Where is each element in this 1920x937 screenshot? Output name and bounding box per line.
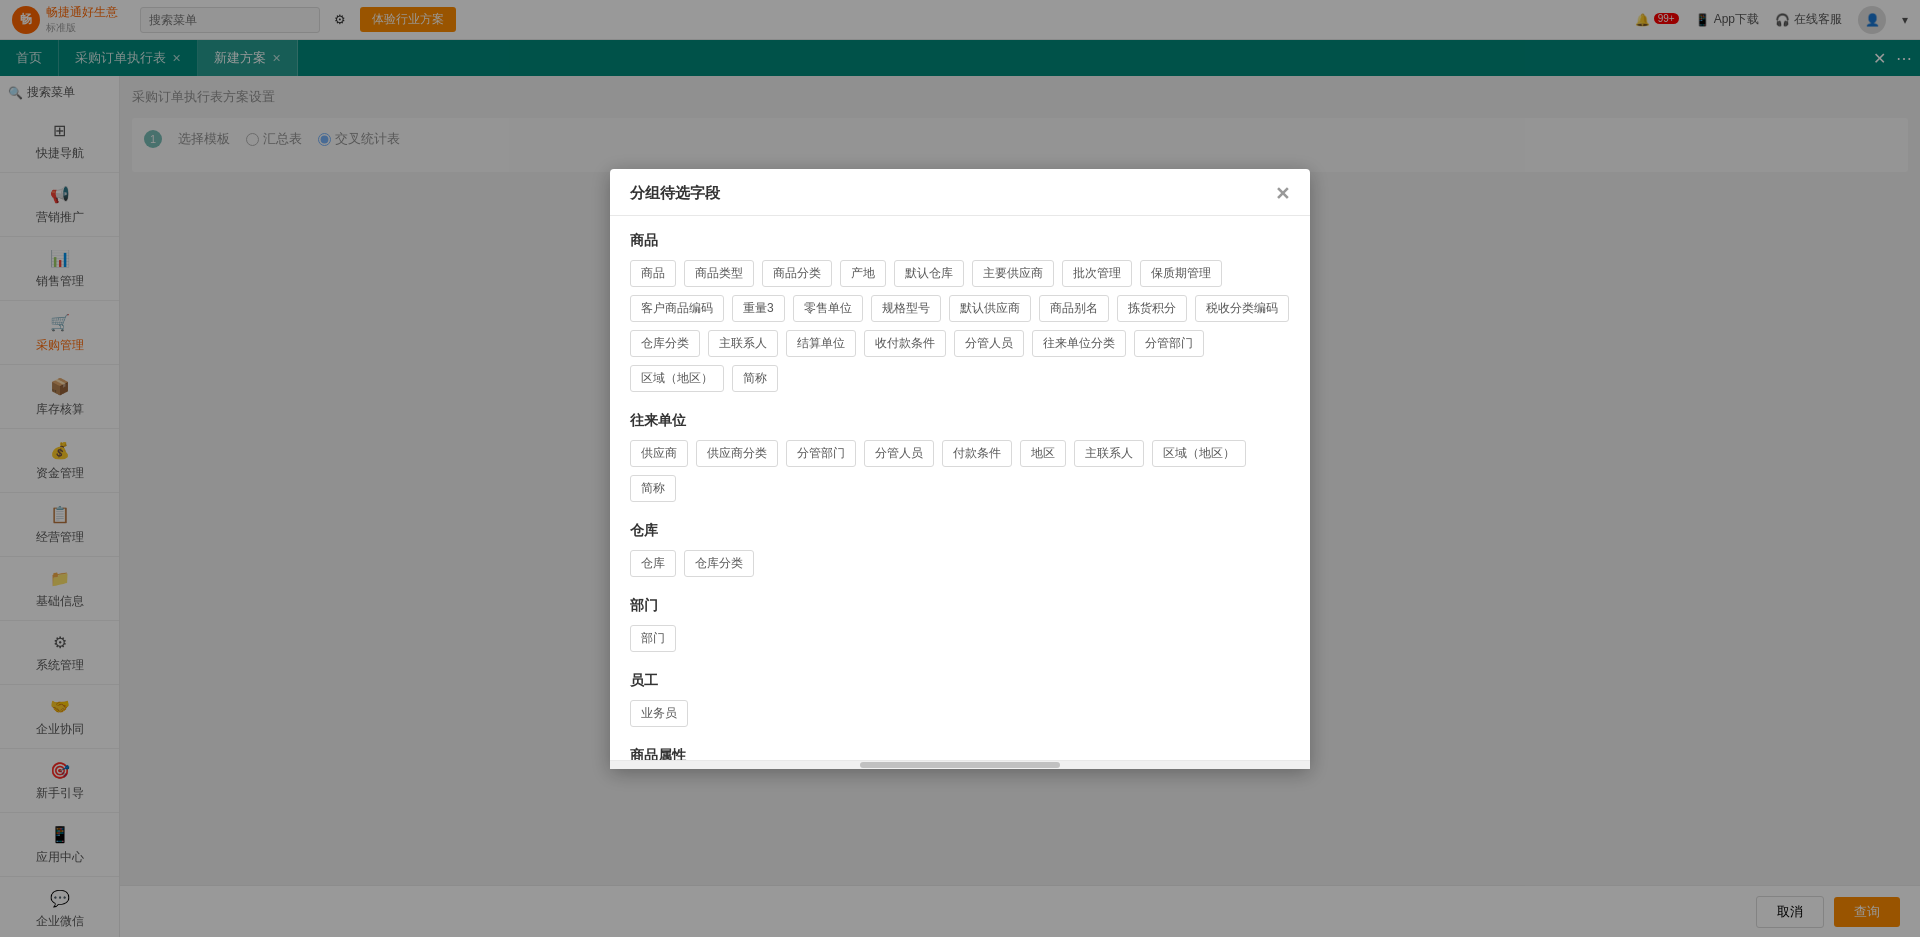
modal-overlay: 分组待选字段 ✕ 商品 商品 商品类型 商品分类 产地 默认仓库 主要供应商 批… xyxy=(0,0,1920,937)
field-tags-goods: 商品 商品类型 商品分类 产地 默认仓库 主要供应商 批次管理 保质期管理 客户… xyxy=(630,260,1290,392)
field-group-warehouse: 仓库 仓库 仓库分类 xyxy=(630,522,1290,577)
field-tag[interactable]: 分管人员 xyxy=(864,440,934,467)
field-tag[interactable]: 仓库分类 xyxy=(684,550,754,577)
field-tag[interactable]: 重量3 xyxy=(732,295,785,322)
group-title-counterpart: 往来单位 xyxy=(630,412,1290,430)
field-tag[interactable]: 收付款条件 xyxy=(864,330,946,357)
field-tag[interactable]: 部门 xyxy=(630,625,676,652)
field-tag[interactable]: 仓库分类 xyxy=(630,330,700,357)
field-tag[interactable]: 简称 xyxy=(732,365,778,392)
field-group-goods: 商品 商品 商品类型 商品分类 产地 默认仓库 主要供应商 批次管理 保质期管理… xyxy=(630,232,1290,392)
field-tag[interactable]: 税收分类编码 xyxy=(1195,295,1289,322)
field-tag[interactable]: 批次管理 xyxy=(1062,260,1132,287)
field-tag[interactable]: 规格型号 xyxy=(871,295,941,322)
field-tag[interactable]: 主联系人 xyxy=(1074,440,1144,467)
modal-scrollbar-horizontal[interactable] xyxy=(610,760,1310,768)
field-tag[interactable]: 业务员 xyxy=(630,700,688,727)
group-title-warehouse: 仓库 xyxy=(630,522,1290,540)
field-tag[interactable]: 主要供应商 xyxy=(972,260,1054,287)
field-tags-warehouse: 仓库 仓库分类 xyxy=(630,550,1290,577)
field-tags-counterpart: 供应商 供应商分类 分管部门 分管人员 付款条件 地区 主联系人 区域（地区） … xyxy=(630,440,1290,502)
field-tags-department: 部门 xyxy=(630,625,1290,652)
group-title-goods: 商品 xyxy=(630,232,1290,250)
modal-header: 分组待选字段 ✕ xyxy=(610,169,1310,216)
field-tag[interactable]: 付款条件 xyxy=(942,440,1012,467)
field-tag[interactable]: 零售单位 xyxy=(793,295,863,322)
field-tag[interactable]: 产地 xyxy=(840,260,886,287)
group-title-product-attr: 商品属性 xyxy=(630,747,1290,761)
field-tag[interactable]: 拣货积分 xyxy=(1117,295,1187,322)
group-title-department: 部门 xyxy=(630,597,1290,615)
field-group-counterpart: 往来单位 供应商 供应商分类 分管部门 分管人员 付款条件 地区 主联系人 区域… xyxy=(630,412,1290,502)
field-tag[interactable]: 商品 xyxy=(630,260,676,287)
modal-body: 商品 商品 商品类型 商品分类 产地 默认仓库 主要供应商 批次管理 保质期管理… xyxy=(610,216,1310,761)
field-select-modal: 分组待选字段 ✕ 商品 商品 商品类型 商品分类 产地 默认仓库 主要供应商 批… xyxy=(610,169,1310,769)
field-tag[interactable]: 地区 xyxy=(1020,440,1066,467)
field-tag[interactable]: 默认供应商 xyxy=(949,295,1031,322)
field-tag[interactable]: 分管部门 xyxy=(1134,330,1204,357)
field-tag[interactable]: 往来单位分类 xyxy=(1032,330,1126,357)
field-tag[interactable]: 供应商 xyxy=(630,440,688,467)
field-tag[interactable]: 结算单位 xyxy=(786,330,856,357)
field-group-product-attr: 商品属性 属性 颜色 多规格 尺码 鞋码 1 xyxy=(630,747,1290,761)
field-tag[interactable]: 默认仓库 xyxy=(894,260,964,287)
field-tag[interactable]: 简称 xyxy=(630,475,676,502)
field-tag[interactable]: 分管部门 xyxy=(786,440,856,467)
field-tag[interactable]: 供应商分类 xyxy=(696,440,778,467)
field-tag[interactable]: 商品类型 xyxy=(684,260,754,287)
field-tag[interactable]: 商品分类 xyxy=(762,260,832,287)
field-tag[interactable]: 区域（地区） xyxy=(630,365,724,392)
field-tag[interactable]: 分管人员 xyxy=(954,330,1024,357)
modal-close-button[interactable]: ✕ xyxy=(1275,183,1290,205)
field-tag[interactable]: 仓库 xyxy=(630,550,676,577)
field-tag[interactable]: 客户商品编码 xyxy=(630,295,724,322)
group-title-employee: 员工 xyxy=(630,672,1290,690)
field-tag[interactable]: 主联系人 xyxy=(708,330,778,357)
field-tag[interactable]: 商品别名 xyxy=(1039,295,1109,322)
field-group-employee: 员工 业务员 xyxy=(630,672,1290,727)
field-group-department: 部门 部门 xyxy=(630,597,1290,652)
field-tags-employee: 业务员 xyxy=(630,700,1290,727)
modal-title: 分组待选字段 xyxy=(630,184,720,203)
field-tag[interactable]: 保质期管理 xyxy=(1140,260,1222,287)
field-tag[interactable]: 区域（地区） xyxy=(1152,440,1246,467)
